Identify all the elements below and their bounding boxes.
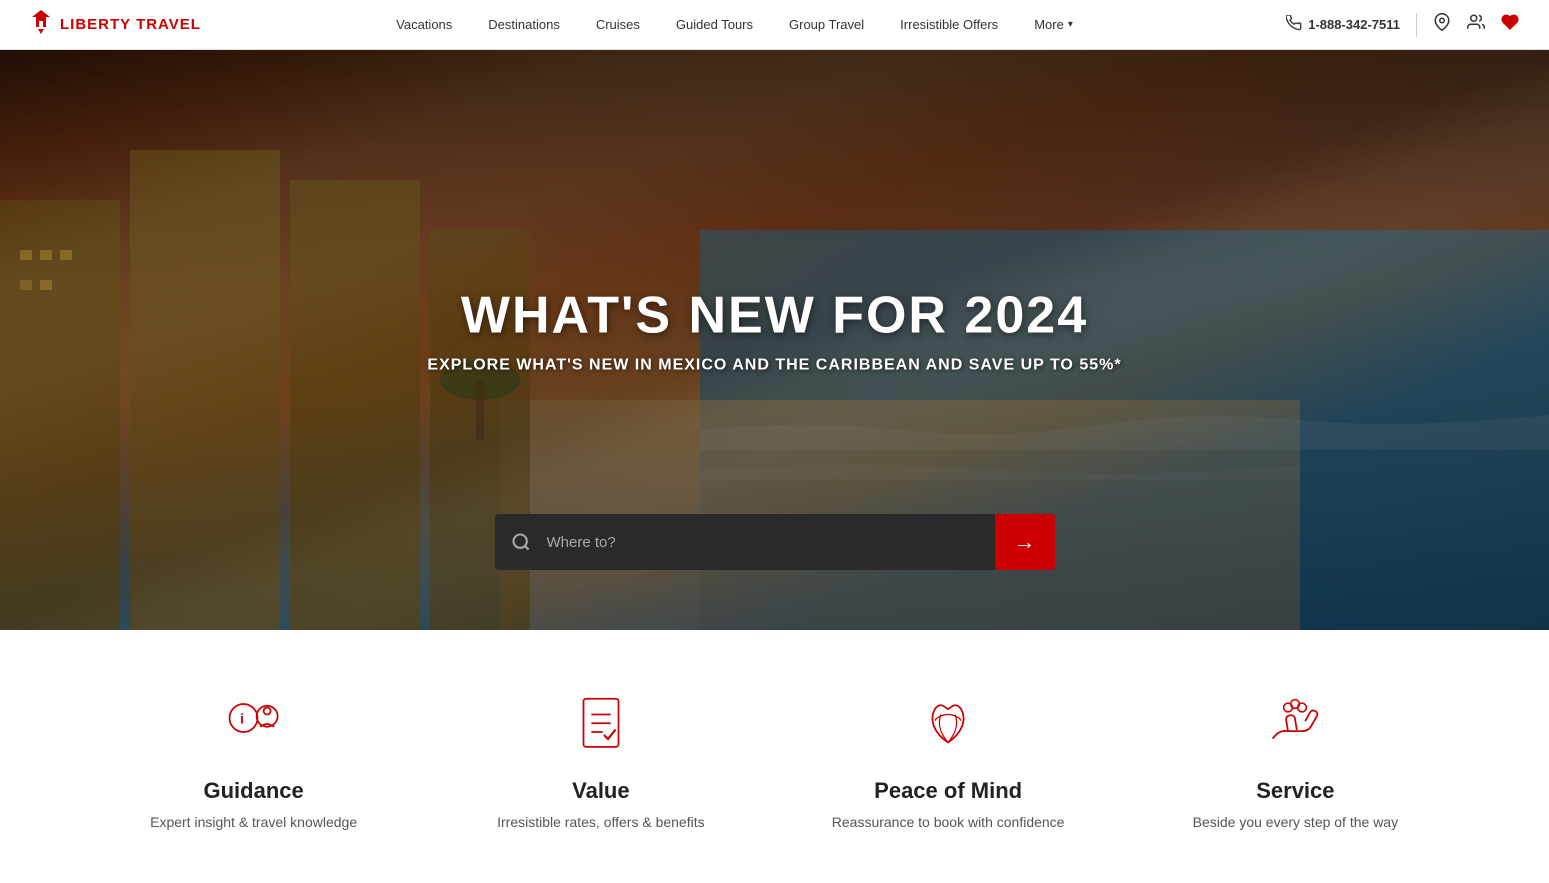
nav-guided-tours[interactable]: Guided Tours	[658, 0, 771, 50]
feature-service: Service Beside you every step of the way	[1143, 690, 1449, 833]
logo-icon	[30, 9, 52, 41]
search-input[interactable]	[547, 514, 995, 570]
nav-destinations[interactable]: Destinations	[470, 0, 578, 50]
nav-vacations[interactable]: Vacations	[378, 0, 470, 50]
logo-area[interactable]: LIBERTY TRAVEL	[30, 9, 230, 41]
header-right: 1-888-342-7511	[1239, 13, 1519, 37]
phone-number: 1-888-342-7511	[1308, 17, 1400, 32]
main-nav: Vacations Destinations Cruises Guided To…	[230, 0, 1239, 50]
guidance-title: Guidance	[203, 778, 303, 804]
feature-value: Value Irresistible rates, offers & benef…	[448, 690, 754, 833]
nav-cruises[interactable]: Cruises	[578, 0, 658, 50]
value-desc: Irresistible rates, offers & benefits	[497, 812, 705, 833]
favorites-icon[interactable]	[1501, 13, 1519, 36]
peace-title: Peace of Mind	[874, 778, 1022, 804]
main-header: LIBERTY TRAVEL Vacations Destinations Cr…	[0, 0, 1549, 50]
peace-of-mind-icon	[913, 690, 983, 760]
phone-area[interactable]: 1-888-342-7511	[1286, 15, 1400, 34]
service-icon	[1260, 690, 1330, 760]
search-button[interactable]: →	[995, 514, 1055, 570]
hero-content: WHAT'S NEW FOR 2024 EXPLORE WHAT'S NEW I…	[375, 288, 1175, 375]
phone-icon	[1286, 15, 1302, 34]
service-title: Service	[1256, 778, 1334, 804]
nav-irresistible-offers[interactable]: Irresistible Offers	[882, 0, 1016, 50]
value-title: Value	[572, 778, 629, 804]
service-desc: Beside you every step of the way	[1193, 812, 1398, 833]
user-icon[interactable]	[1467, 13, 1485, 36]
feature-peace-of-mind: Peace of Mind Reassurance to book with c…	[795, 690, 1101, 833]
guidance-icon: i	[219, 690, 289, 760]
location-icon[interactable]	[1433, 13, 1451, 36]
peace-desc: Reassurance to book with confidence	[832, 812, 1065, 833]
value-icon	[566, 690, 636, 760]
header-divider	[1416, 13, 1417, 37]
guidance-desc: Expert insight & travel knowledge	[150, 812, 357, 833]
nav-more[interactable]: More ▾	[1016, 0, 1091, 50]
svg-text:i: i	[240, 710, 244, 726]
logo-text: LIBERTY TRAVEL	[60, 16, 201, 33]
hero-section: WHAT'S NEW FOR 2024 EXPLORE WHAT'S NEW I…	[0, 50, 1549, 630]
feature-guidance: i Guidance Expert insight & travel knowl…	[101, 690, 407, 833]
nav-group-travel[interactable]: Group Travel	[771, 0, 882, 50]
search-icon	[495, 514, 547, 570]
hero-title: WHAT'S NEW FOR 2024	[375, 288, 1175, 345]
features-section: i Guidance Expert insight & travel knowl…	[0, 630, 1549, 883]
search-bar-wrapper: →	[495, 514, 1055, 570]
hero-subtitle: EXPLORE WHAT'S NEW IN MEXICO AND THE CAR…	[375, 357, 1175, 375]
chevron-down-icon: ▾	[1068, 19, 1073, 30]
search-bar: →	[495, 514, 1055, 570]
